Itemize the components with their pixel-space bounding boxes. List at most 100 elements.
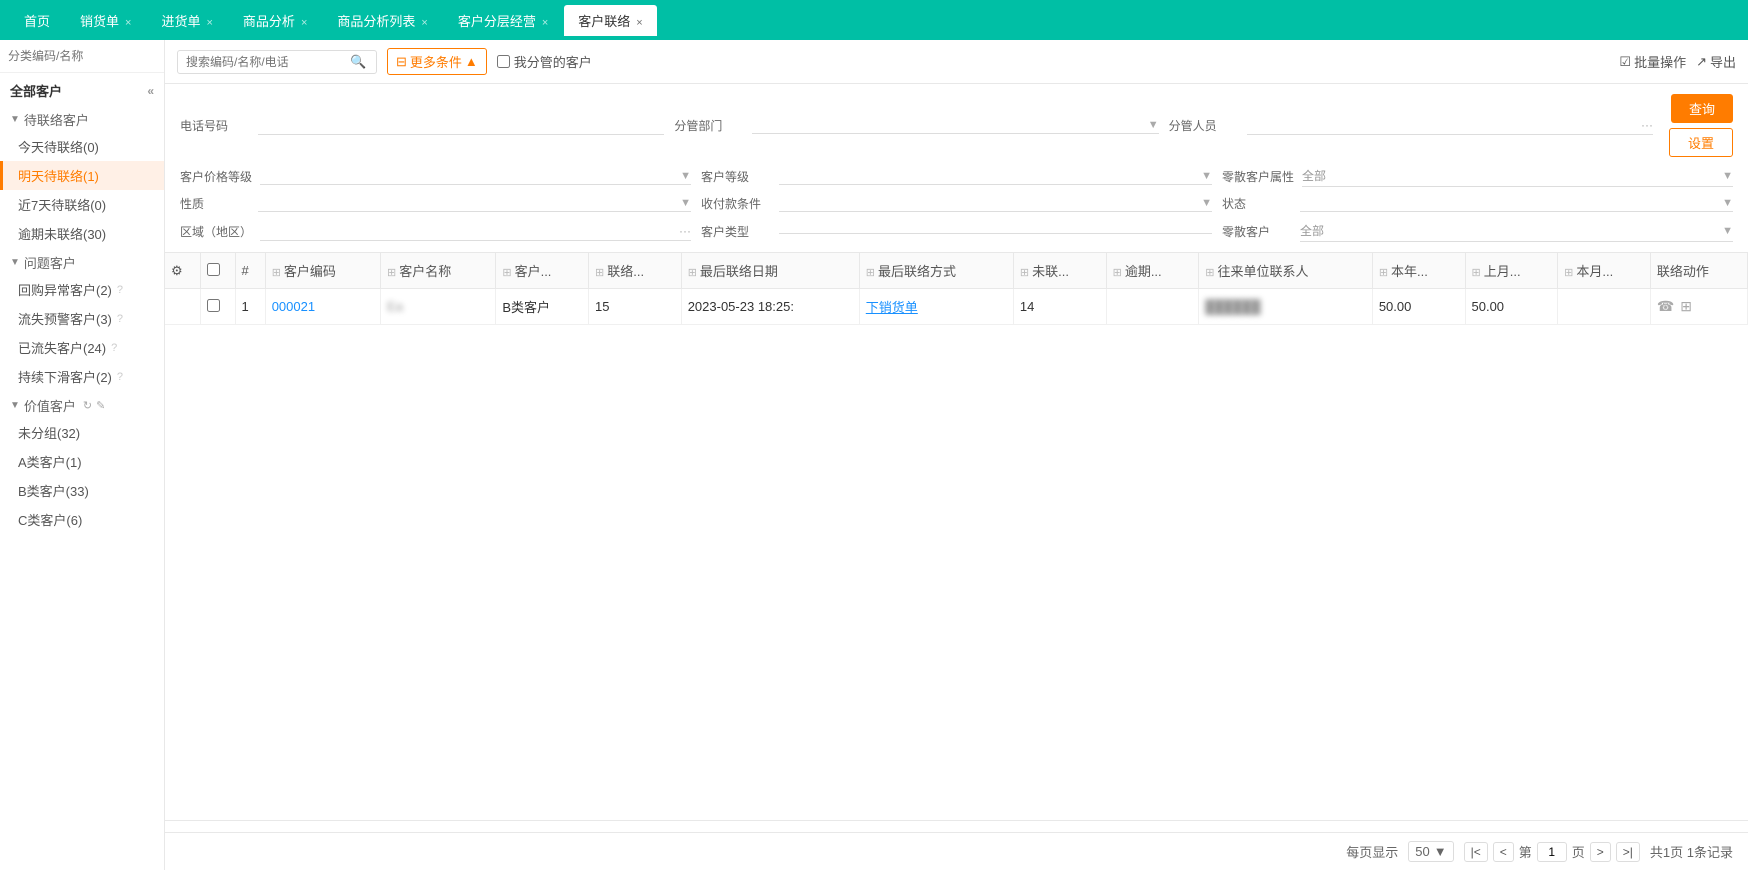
more-filter-button[interactable]: ⊟ 更多条件 ▲	[387, 48, 487, 75]
horizontal-scrollbar[interactable]	[165, 820, 1748, 832]
sidebar-item-class-a[interactable]: A类客户(1)	[0, 447, 164, 476]
td-actions[interactable]: ☎⊞	[1650, 289, 1747, 325]
payment-terms-arrow: ▼	[1201, 197, 1212, 209]
close-customer-contact[interactable]: ×	[636, 17, 642, 29]
nav-sales-order[interactable]: 销货单×	[66, 5, 145, 36]
td-unit-contact: ██████	[1199, 289, 1373, 325]
filter-row-1: 电话号码 分管部门 ▼ 分管人员 ···	[180, 94, 1733, 157]
search-input[interactable]	[186, 55, 346, 69]
sidebar-item-repeat-abnormal[interactable]: 回购异常客户(2) ?	[0, 275, 164, 304]
th-actions: 联络动作	[1650, 253, 1747, 289]
close-product-analysis-list[interactable]: ×	[421, 17, 427, 29]
close-sales-order[interactable]: ×	[125, 17, 131, 29]
retail-attr-arrow: ▼	[1722, 170, 1733, 182]
th-this-year[interactable]: ⊞本年...	[1372, 253, 1465, 289]
th-last-contact-date[interactable]: ⊞最后联络日期	[681, 253, 859, 289]
filter-gender-select[interactable]: ▼	[258, 195, 691, 212]
prev-page-btn[interactable]: <	[1493, 842, 1514, 862]
all-customers-label: 全部客户	[10, 81, 62, 100]
export-button[interactable]: ↗ 导出	[1696, 52, 1736, 71]
th-checkbox[interactable]	[200, 253, 235, 289]
retail-customer-arrow: ▼	[1722, 225, 1733, 237]
branch-person-dots: ···	[1641, 118, 1653, 132]
filter-panel: 电话号码 分管部门 ▼ 分管人员 ···	[165, 84, 1748, 253]
per-page-select[interactable]: 50 ▼	[1408, 841, 1453, 862]
page-num-input[interactable]	[1537, 842, 1567, 862]
sidebar-item-tomorrow[interactable]: 明天待联络(1)	[0, 161, 164, 190]
sidebar-item-continuous-decline[interactable]: 持续下滑客户(2) ?	[0, 362, 164, 391]
sidebar-item-week7[interactable]: 近7天待联络(0)	[0, 190, 164, 219]
td-type: B类客户	[496, 289, 589, 325]
sidebar-item-ungrouped[interactable]: 未分组(32)	[0, 418, 164, 447]
td-last-contact-method[interactable]: 下销货单	[859, 289, 1013, 325]
select-all-checkbox[interactable]	[207, 263, 220, 276]
sidebar-item-loss-risk[interactable]: 流失预警客户(3) ?	[0, 304, 164, 333]
help-icon-loss[interactable]: ?	[117, 313, 123, 325]
sidebar-item-overdue[interactable]: 逾期未联络(30)	[0, 219, 164, 248]
collapse-icon[interactable]: «	[147, 84, 154, 98]
sidebar-item-class-b[interactable]: B类客户(33)	[0, 476, 164, 505]
th-type[interactable]: ⊞客户...	[496, 253, 589, 289]
row-checkbox[interactable]	[207, 299, 220, 312]
set-button[interactable]: 设置	[1669, 128, 1733, 157]
sidebar-search-input[interactable]	[8, 49, 163, 63]
td-checkbox[interactable]	[200, 289, 235, 325]
nav-product-analysis[interactable]: 商品分析×	[229, 5, 321, 36]
th-overdue[interactable]: ⊞逾期...	[1106, 253, 1199, 289]
filter-branch-person-select[interactable]: ···	[1247, 116, 1653, 135]
value-arrow: ▼	[10, 400, 20, 411]
filter-customer-type: 客户类型	[701, 223, 1212, 240]
sidebar-search-wrap: 🔍	[0, 40, 164, 73]
search-bar-icon[interactable]: 🔍	[350, 54, 366, 70]
filter-retail-attr-select[interactable]: 全部 ▼	[1302, 165, 1733, 187]
nav-purchase-order[interactable]: 进货单×	[147, 5, 226, 36]
sidebar-item-lost[interactable]: 已流失客户(24) ?	[0, 333, 164, 362]
th-contact-count[interactable]: ⊞联络...	[589, 253, 682, 289]
filter-branch-dept-select[interactable]: ▼	[752, 117, 1158, 134]
nav-home[interactable]: 首页	[10, 5, 64, 36]
th-code[interactable]: ⊞客户编码	[265, 253, 380, 289]
help-icon-lost[interactable]: ?	[111, 342, 117, 354]
my-customers-checkbox-wrap[interactable]: 我分管的客户	[497, 52, 592, 71]
th-uncontacted[interactable]: ⊞未联...	[1013, 253, 1106, 289]
th-this-month[interactable]: ⊞本月...	[1558, 253, 1651, 289]
value-refresh-icon[interactable]: ↻	[83, 399, 92, 412]
next-page-btn[interactable]: >	[1590, 842, 1611, 862]
filter-retail-customer-select[interactable]: 全部 ▼	[1300, 220, 1733, 242]
row-action-contact[interactable]: ☎	[1657, 298, 1674, 314]
sidebar-item-today[interactable]: 今天待联络(0)	[0, 132, 164, 161]
close-purchase-order[interactable]: ×	[206, 17, 212, 29]
close-product-analysis[interactable]: ×	[301, 17, 307, 29]
sidebar-item-class-c[interactable]: C类客户(6)	[0, 505, 164, 534]
gender-arrow: ▼	[680, 197, 691, 209]
filter-status-select[interactable]: ▼	[1300, 195, 1733, 212]
filter-customer-level-select[interactable]: ▼	[779, 168, 1212, 185]
close-customer-segment[interactable]: ×	[542, 17, 548, 29]
filter-customer-level-label: 客户等级	[701, 168, 771, 185]
th-last-contact-method[interactable]: ⊞最后联络方式	[859, 253, 1013, 289]
filter-region-select[interactable]: ···	[260, 222, 691, 241]
batch-op-button[interactable]: ☑ 批量操作	[1619, 52, 1686, 71]
row-action-more[interactable]: ⊞	[1680, 298, 1692, 314]
first-page-btn[interactable]: |<	[1464, 842, 1488, 862]
help-icon-repeat[interactable]: ?	[117, 284, 123, 296]
nav-customer-contact[interactable]: 客户联络×	[564, 5, 656, 36]
my-customers-checkbox[interactable]	[497, 55, 510, 68]
filter-branch-person-label: 分管人员	[1169, 117, 1239, 134]
query-button[interactable]: 查询	[1671, 94, 1733, 123]
value-edit-icon[interactable]: ✎	[96, 399, 105, 412]
nav-product-analysis-list[interactable]: 商品分析列表×	[323, 5, 441, 36]
filter-phone-input[interactable]	[258, 116, 664, 135]
nav-customer-segment[interactable]: 客户分层经营×	[444, 5, 562, 36]
filter-price-level-select[interactable]: ▼	[260, 168, 691, 185]
th-settings[interactable]: ⚙	[165, 253, 200, 289]
filter-customer-type-select[interactable]	[779, 229, 1212, 234]
th-last-month[interactable]: ⊞上月...	[1465, 253, 1558, 289]
filter-price-level: 客户价格等级 ▼	[180, 168, 691, 185]
last-page-btn[interactable]: >|	[1616, 842, 1640, 862]
th-name[interactable]: ⊞客户名称	[381, 253, 496, 289]
filter-payment-terms-select[interactable]: ▼	[779, 195, 1212, 212]
th-unit-contact[interactable]: ⊞往来单位联系人	[1199, 253, 1373, 289]
help-icon-decline[interactable]: ?	[117, 371, 123, 383]
filter-retail-customer: 零散客户 全部 ▼	[1222, 220, 1733, 242]
